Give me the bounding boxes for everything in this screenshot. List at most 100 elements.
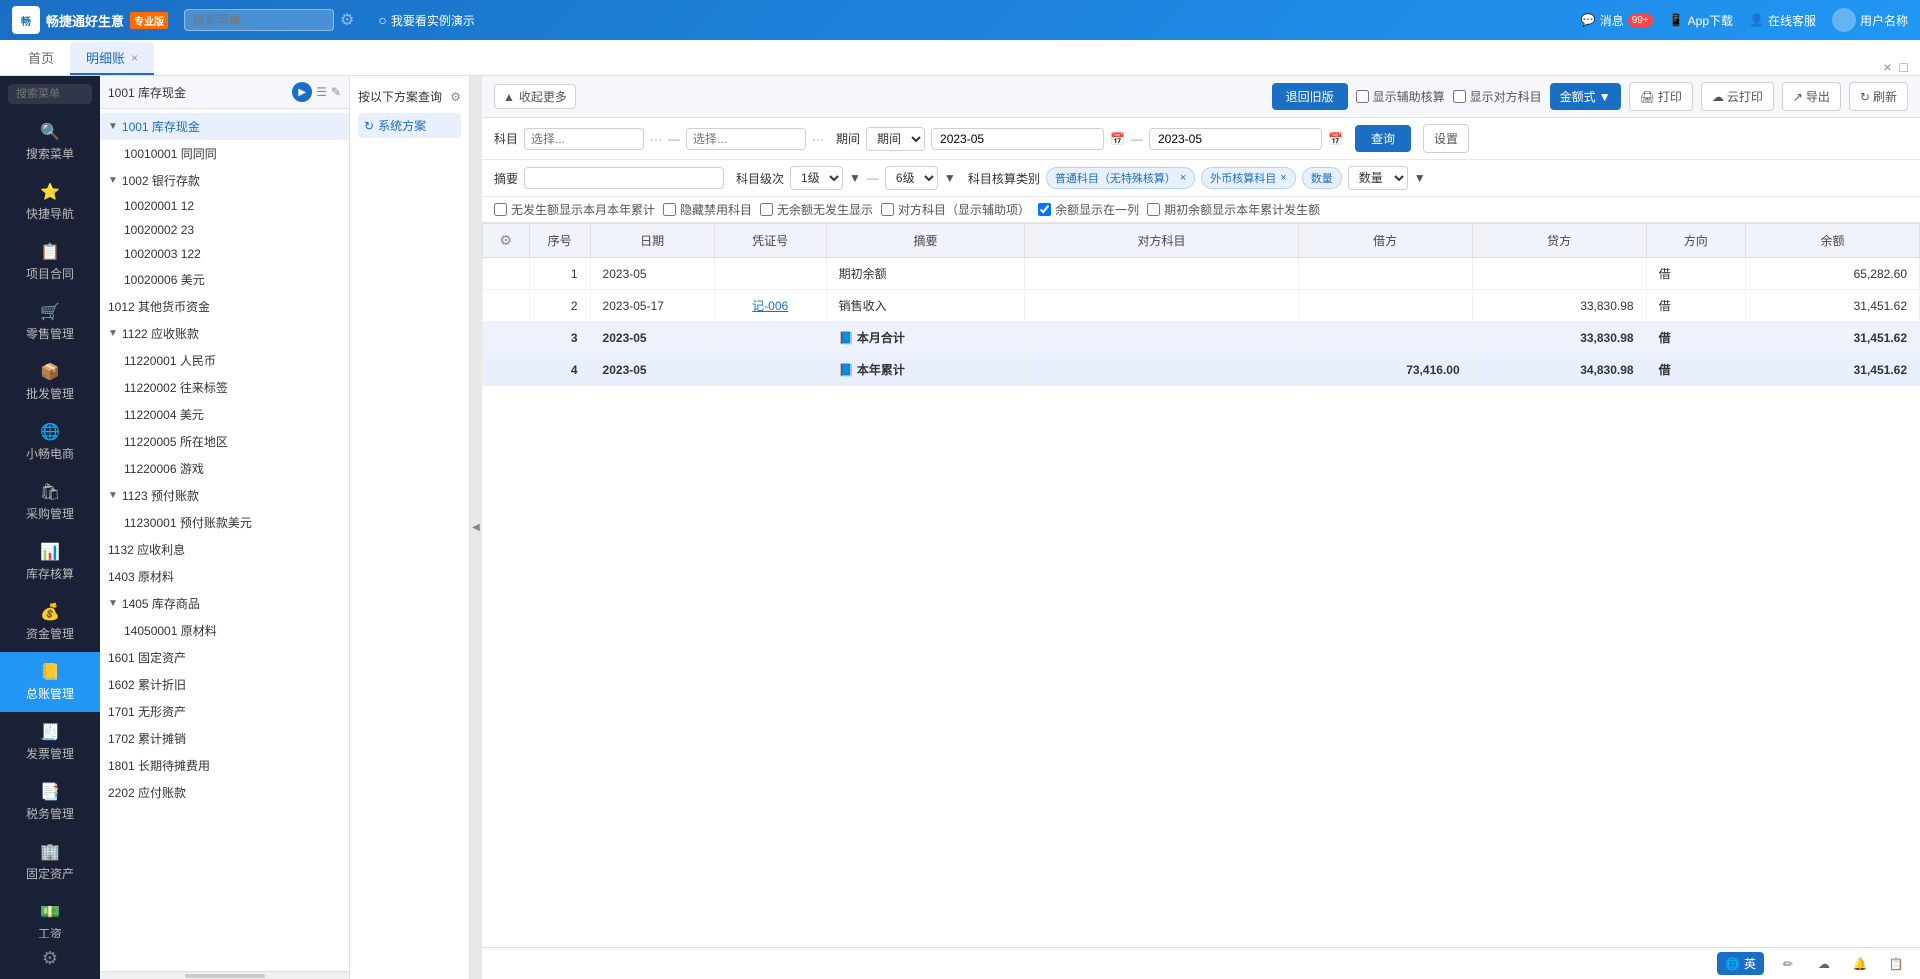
sidebar-item-contract[interactable]: 📋 项目合同 — [0, 232, 100, 292]
tree-item-11220002[interactable]: 11220002 往来标签 — [100, 374, 349, 401]
search-btn[interactable]: 查询 — [1355, 125, 1411, 152]
sidebar-item-funds[interactable]: 💰 资金管理 — [0, 592, 100, 652]
opposite-checkbox-input[interactable] — [1453, 90, 1466, 103]
no-amount-checkbox[interactable] — [494, 203, 507, 216]
tree-item-1123[interactable]: ▼ 1123 预付账款 — [100, 482, 349, 509]
tab-home[interactable]: 首页 — [12, 42, 70, 75]
maximize-icon[interactable]: □ — [1900, 59, 1908, 75]
tag-foreign[interactable]: 外币核算科目 × — [1201, 167, 1295, 189]
demo-link[interactable]: ○ 我要看实例演示 — [378, 12, 474, 29]
subject-input-end[interactable] — [686, 128, 806, 150]
status-clipboard-icon[interactable]: 📋 — [1884, 952, 1908, 976]
checkbox-no-balance[interactable]: 无余额无发生显示 — [760, 201, 873, 218]
user-area[interactable]: 用户名称 — [1832, 8, 1908, 32]
service-btn[interactable]: 👤 在线客服 — [1749, 12, 1816, 29]
remove-tag-normal[interactable]: × — [1180, 172, 1186, 184]
tree-item-11220004[interactable]: 11220004 美元 — [100, 401, 349, 428]
tree-item-10020006[interactable]: 10020006 美元 — [100, 266, 349, 293]
status-bell-icon[interactable]: 🔔 — [1848, 952, 1872, 976]
filter-settings-btn[interactable]: 设置 — [1423, 124, 1469, 153]
tag-normal-subject[interactable]: 普通科目（无特殊核算） × — [1046, 167, 1195, 189]
sidebar-item-assets[interactable]: 🏢 固定资产 — [0, 832, 100, 892]
balance-col-checkbox[interactable] — [1038, 203, 1051, 216]
sidebar-search-input[interactable] — [8, 84, 92, 104]
account-nav-forward[interactable]: ▶ — [292, 82, 312, 102]
checkbox-ytd[interactable]: 期初余额显示本年累计发生额 — [1147, 201, 1320, 218]
tree-item-10020002[interactable]: 10020002 23 — [100, 218, 349, 242]
level-start-select[interactable]: 1级 — [790, 166, 843, 190]
expand-collapse-btn[interactable]: ▲ 收起更多 — [494, 84, 576, 109]
return-old-version-btn[interactable]: 退回旧版 — [1272, 83, 1348, 110]
sidebar-item-inventory[interactable]: 📊 库存核算 — [0, 532, 100, 592]
tree-item-10010001[interactable]: 10010001 同同同 — [100, 140, 349, 167]
print-btn[interactable]: 🖨 打印 — [1629, 82, 1693, 111]
edit-icon[interactable]: ✎ — [331, 85, 341, 99]
sidebar-item-quick-nav[interactable]: ⭐ 快捷导航 — [0, 172, 100, 232]
sidebar-item-search[interactable]: 🔍 搜索菜单 — [0, 112, 100, 172]
period-type-select[interactable]: 期间 — [866, 127, 925, 151]
query-settings-icon[interactable]: ⚙ — [450, 90, 461, 104]
tab-ledger[interactable]: 明细账 × — [70, 42, 154, 75]
row2-voucher[interactable]: 记-006 — [714, 290, 826, 322]
quantity-select[interactable]: 数量 — [1348, 166, 1408, 190]
no-balance-checkbox[interactable] — [760, 203, 773, 216]
status-edit-icon[interactable]: ✏ — [1776, 952, 1800, 976]
notification-btn[interactable]: 💬 消息 99+ — [1581, 12, 1653, 29]
list-icon[interactable]: ☰ — [316, 85, 327, 99]
tree-item-2202[interactable]: 2202 应付账款 — [100, 779, 349, 806]
period-start-input[interactable]: 2023-05 — [931, 128, 1104, 150]
auxiliary-checkbox-input[interactable] — [1356, 90, 1369, 103]
tab-close-btn[interactable]: × — [131, 51, 138, 65]
tree-item-1702[interactable]: 1702 累计摊销 — [100, 725, 349, 752]
tree-item-11220001[interactable]: 11220001 人民币 — [100, 347, 349, 374]
tree-item-11230001[interactable]: 11230001 预付账款美元 — [100, 509, 349, 536]
sidebar-item-wholesale[interactable]: 📦 批发管理 — [0, 352, 100, 412]
sidebar-item-tax[interactable]: 📑 税务管理 — [0, 772, 100, 832]
ytd-checkbox[interactable] — [1147, 203, 1160, 216]
summary-input[interactable] — [524, 167, 724, 189]
hide-disabled-checkbox[interactable] — [663, 203, 676, 216]
tree-item-11220005[interactable]: 11220005 所在地区 — [100, 428, 349, 455]
level-end-select[interactable]: 6级 — [885, 166, 938, 190]
sidebar-item-purchase[interactable]: 🛍 采购管理 — [0, 472, 100, 532]
cloud-print-btn[interactable]: ☁ 云打印 — [1701, 82, 1774, 111]
sidebar-item-ledger[interactable]: 📒 总账管理 — [0, 652, 100, 712]
top-search-input[interactable] — [184, 9, 334, 31]
sidebar-item-invoice[interactable]: 🧾 发票管理 — [0, 712, 100, 772]
tree-item-14050001[interactable]: 14050001 原材料 — [100, 617, 349, 644]
opposite-checkbox[interactable] — [881, 203, 894, 216]
tree-item-1012[interactable]: 1012 其他货币资金 — [100, 293, 349, 320]
tree-item-11220006[interactable]: 11220006 游戏 — [100, 455, 349, 482]
system-scheme-btn[interactable]: ↻ 系统方案 — [358, 113, 461, 138]
subject-input[interactable] — [524, 128, 644, 150]
show-opposite-checkbox[interactable]: 显示对方科目 — [1453, 88, 1542, 105]
remove-tag-foreign[interactable]: × — [1280, 172, 1286, 184]
refresh-btn[interactable]: ↻ 刷新 — [1849, 82, 1908, 111]
tree-item-1701[interactable]: 1701 无形资产 — [100, 698, 349, 725]
tree-item-1132[interactable]: 1132 应收利息 — [100, 536, 349, 563]
checkbox-opposite[interactable]: 对方科目（显示辅助项） — [881, 201, 1030, 218]
table-settings-icon[interactable]: ⚙ — [500, 232, 513, 248]
sidebar-item-salary[interactable]: 💵 工资 — [0, 892, 100, 938]
period-end-input[interactable]: 2023-05 — [1149, 128, 1322, 150]
status-cloud-icon[interactable]: ☁ — [1812, 952, 1836, 976]
tree-item-1801[interactable]: 1801 长期待摊费用 — [100, 752, 349, 779]
tree-item-1002[interactable]: ▼ 1002 银行存款 — [100, 167, 349, 194]
query-panel-toggle[interactable]: ◀ — [470, 76, 482, 979]
sidebar-item-ecommerce[interactable]: 🌐 小畅电商 — [0, 412, 100, 472]
tree-item-1602[interactable]: 1602 累计折旧 — [100, 671, 349, 698]
show-auxiliary-checkbox[interactable]: 显示辅助核算 — [1356, 88, 1445, 105]
tree-item-10020003[interactable]: 10020003 122 — [100, 242, 349, 266]
tree-item-1405[interactable]: ▼ 1405 库存商品 — [100, 590, 349, 617]
voucher-link[interactable]: 记-006 — [752, 299, 788, 313]
checkbox-no-amount[interactable]: 无发生额显示本月本年累计 — [494, 201, 655, 218]
tree-item-1601[interactable]: 1601 固定资产 — [100, 644, 349, 671]
settings-icon[interactable]: ⚙ — [340, 10, 354, 30]
export-btn[interactable]: ↗ 导出 — [1782, 82, 1841, 111]
checkbox-hide-disabled[interactable]: 隐藏禁用科目 — [663, 201, 752, 218]
lang-switch-btn[interactable]: 🌐 英 — [1717, 952, 1764, 975]
app-download-btn[interactable]: 📱 App下载 — [1669, 12, 1733, 29]
minimize-icon[interactable]: × — [1883, 59, 1891, 75]
sidebar-settings-btn[interactable]: ⚙ — [0, 938, 100, 979]
checkbox-balance-col[interactable]: 余额显示在一列 — [1038, 201, 1139, 218]
